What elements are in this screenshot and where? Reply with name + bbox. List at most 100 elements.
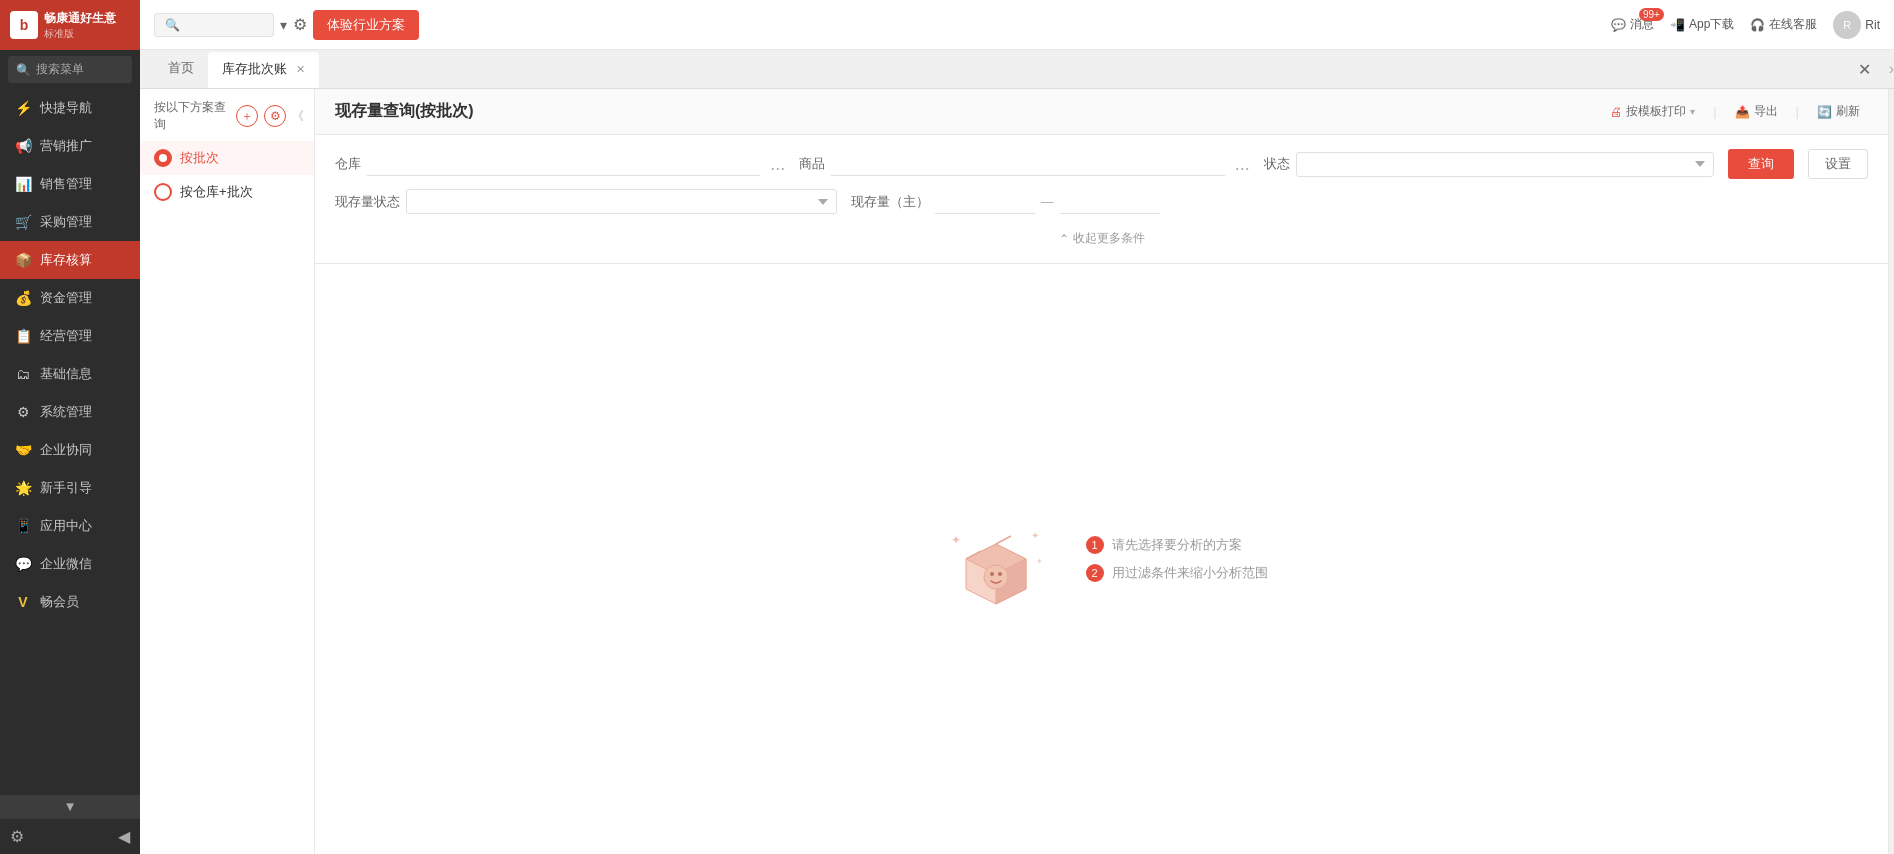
inventory-status-label: 现存量状态 <box>335 193 400 211</box>
status-select[interactable]: 全部 正常 停用 <box>1296 152 1714 177</box>
settings-icon[interactable]: ⚙ <box>10 827 24 846</box>
inventory-qty-to[interactable] <box>1060 190 1160 214</box>
sidebar-nav: ⚡ 快捷导航 📢 营销推广 📊 销售管理 🛒 采购管理 📦 库存核算 💰 资金管… <box>0 89 140 795</box>
sidebar-item-enterprise[interactable]: 🤝 企业协同 <box>0 431 140 469</box>
refresh-icon: 🔄 <box>1817 105 1832 119</box>
sidebar-item-newbie[interactable]: 🌟 新手引导 <box>0 469 140 507</box>
sidebar-item-finance[interactable]: 💰 资金管理 <box>0 279 140 317</box>
topbar-search[interactable]: 🔍 <box>154 13 274 37</box>
refresh-label: 刷新 <box>1836 103 1860 120</box>
sidebar-scroll-down[interactable]: ▼ <box>0 795 140 818</box>
experience-btn[interactable]: 体验行业方案 <box>313 10 419 40</box>
tab-close-icon[interactable]: ✕ <box>296 63 305 76</box>
sidebar-item-label: 库存核算 <box>40 251 92 269</box>
topbar-dropdown-icon[interactable]: ▾ <box>280 17 287 33</box>
refresh-btn[interactable]: 🔄 刷新 <box>1809 99 1868 124</box>
online-service-label: 在线客服 <box>1769 16 1817 33</box>
online-service-action[interactable]: 🎧 在线客服 <box>1750 16 1817 33</box>
user-initial: R <box>1843 19 1851 31</box>
filter-row-2: 现存量状态 现存量（主） — <box>335 189 1868 214</box>
plan-item-by-batch[interactable]: 按批次 <box>140 141 314 175</box>
filter-area: 仓库 ... 商品 ... 状态 全部 正常 <box>315 135 1888 264</box>
message-action[interactable]: 💬 消息 99+ <box>1611 16 1654 33</box>
page-actions: 🖨 按模板打印 ▾ | 📤 导出 | 🔄 刷新 <box>1602 99 1868 124</box>
empty-tip-2: 2 用过滤条件来缩小分析范围 <box>1086 564 1268 582</box>
sidebar-item-label: 采购管理 <box>40 213 92 231</box>
product-input[interactable] <box>831 152 1224 176</box>
headset-icon: 🎧 <box>1750 18 1765 32</box>
export-btn[interactable]: 📤 导出 <box>1727 99 1786 124</box>
tab-batch-ledger[interactable]: 库存批次账 ✕ <box>208 52 319 88</box>
sidebar-item-quick[interactable]: ⚡ 快捷导航 <box>0 89 140 127</box>
plan-dot-filled <box>154 149 172 167</box>
empty-tip-1: 1 请先选择要分析的方案 <box>1086 536 1268 554</box>
user-avatar[interactable]: R Rit <box>1833 11 1880 39</box>
warehouse-label: 仓库 <box>335 155 361 173</box>
tab-home-label: 首页 <box>168 59 194 77</box>
tab-home[interactable]: 首页 <box>154 51 208 87</box>
collapse-more-btn[interactable]: ⌃ 收起更多条件 <box>335 224 1868 253</box>
svg-text:✦: ✦ <box>1031 530 1039 541</box>
sidebar-item-wechat[interactable]: 💬 企业微信 <box>0 545 140 583</box>
inventory-icon: 📦 <box>14 251 32 269</box>
collapse-more-label: 收起更多条件 <box>1073 230 1145 247</box>
tip2-num: 2 <box>1086 564 1104 582</box>
sidebar-brand: 畅康通好生意 标准版 <box>44 10 116 41</box>
sidebar: b 畅康通好生意 标准版 🔍 搜索菜单 ⚡ 快捷导航 📢 营销推广 📊 销售管理… <box>0 0 140 854</box>
tabbar-close-btn[interactable]: ✕ <box>1844 60 1885 79</box>
scrollbar[interactable] <box>1888 89 1894 854</box>
inventory-status-select[interactable] <box>406 189 837 214</box>
inventory-qty-from[interactable] <box>935 190 1035 214</box>
sidebar-item-appstore[interactable]: 📱 应用中心 <box>0 507 140 545</box>
sidebar-item-inventory[interactable]: 📦 库存核算 <box>0 241 140 279</box>
sidebar-item-sales[interactable]: 📊 销售管理 <box>0 165 140 203</box>
sidebar-item-system[interactable]: ⚙ 系统管理 <box>0 393 140 431</box>
inventory-qty-label: 现存量（主） <box>851 193 929 211</box>
empty-state: ✦ ✦ ✦ 1 请先选择要分析的方案 2 用过滤条件来缩小分析范围 <box>315 264 1888 854</box>
product-dots[interactable]: ... <box>1235 154 1250 175</box>
svg-text:✦: ✦ <box>951 533 961 547</box>
filter-row-1: 仓库 ... 商品 ... 状态 全部 正常 <box>335 149 1868 179</box>
settings-plan-btn[interactable]: ⚙ <box>264 105 286 127</box>
topbar-gear-icon[interactable]: ⚙ <box>293 15 307 34</box>
app-download-action[interactable]: 📲 App下载 <box>1670 16 1734 33</box>
print-dropdown-icon[interactable]: ▾ <box>1690 106 1695 117</box>
collapse-left-panel-btn[interactable]: 《 <box>292 105 304 127</box>
settings-btn[interactable]: 设置 <box>1808 149 1868 179</box>
plan-item-by-warehouse-batch[interactable]: 按仓库+批次 <box>140 175 314 209</box>
sidebar-search[interactable]: 🔍 搜索菜单 <box>8 56 132 83</box>
left-panel-title: 按以下方案查询 <box>154 99 236 133</box>
collapse-sidebar-icon[interactable]: ◀ <box>118 827 130 846</box>
tip1-num: 1 <box>1086 536 1104 554</box>
empty-illustration: ✦ ✦ ✦ <box>936 509 1056 609</box>
status-field: 状态 全部 正常 停用 <box>1264 152 1714 177</box>
export-label: 导出 <box>1754 103 1778 120</box>
search-label: 搜索菜单 <box>36 61 84 78</box>
sidebar-item-purchase[interactable]: 🛒 采购管理 <box>0 203 140 241</box>
sidebar-item-label: 经营管理 <box>40 327 92 345</box>
collapse-up-icon: ⌃ <box>1059 232 1069 246</box>
print-btn[interactable]: 🖨 按模板打印 ▾ <box>1602 99 1703 124</box>
sidebar-item-marketing[interactable]: 📢 营销推广 <box>0 127 140 165</box>
app-download-label: App下载 <box>1689 16 1734 33</box>
sidebar-item-basic[interactable]: 🗂 基础信息 <box>0 355 140 393</box>
content-area: 按以下方案查询 ＋ ⚙ 《 按批次 按仓库+批次 <box>140 89 1894 854</box>
warehouse-input[interactable] <box>367 152 760 176</box>
vip-icon: V <box>14 593 32 611</box>
print-icon: 🖨 <box>1610 105 1622 119</box>
sidebar-item-vip[interactable]: V 畅会员 <box>0 583 140 621</box>
empty-tips: 1 请先选择要分析的方案 2 用过滤条件来缩小分析范围 <box>1086 536 1268 582</box>
page-title: 现存量查询(按批次) <box>335 101 474 122</box>
tip1-text: 请先选择要分析的方案 <box>1112 536 1242 554</box>
warehouse-dots[interactable]: ... <box>770 154 785 175</box>
wechat-icon: 💬 <box>14 555 32 573</box>
basic-icon: 🗂 <box>14 365 32 383</box>
system-icon: ⚙ <box>14 403 32 421</box>
tabbar-scroll-icon[interactable]: › <box>1889 60 1894 78</box>
empty-svg: ✦ ✦ ✦ <box>936 509 1056 609</box>
query-btn[interactable]: 查询 <box>1728 149 1794 179</box>
sidebar-item-operation[interactable]: 📋 经营管理 <box>0 317 140 355</box>
qty-dash: — <box>1041 194 1054 209</box>
tabbar: 首页 库存批次账 ✕ ✕ › <box>140 50 1894 89</box>
add-plan-btn[interactable]: ＋ <box>236 105 258 127</box>
